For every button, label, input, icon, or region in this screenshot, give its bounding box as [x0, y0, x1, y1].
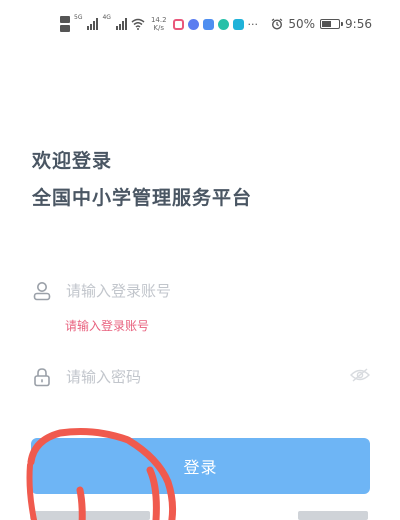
network-speed-value: 14.2: [150, 16, 167, 24]
bottom-right-link[interactable]: [298, 511, 368, 520]
battery-level: [322, 21, 332, 27]
alarm-icon: [272, 18, 283, 30]
password-field[interactable]: [32, 359, 372, 395]
account-error-text: 请输入登录账号: [65, 319, 150, 333]
bottom-links: [0, 511, 400, 520]
account-field[interactable]: [32, 273, 372, 309]
more-notifications-icon: ···: [247, 17, 259, 31]
status-bar-right: 50% 9:56: [271, 14, 372, 34]
status-bar-left: 5G 4G 14.2 K/s ···: [60, 14, 258, 34]
lock-icon: [32, 366, 52, 388]
wifi-icon: [131, 18, 145, 30]
clock: 9:56: [345, 17, 372, 31]
app-notification-icon: [172, 18, 184, 30]
app-notification-icon: [202, 18, 214, 30]
signal-tag-2: 4G: [102, 14, 111, 21]
app-notification-icon: [232, 18, 244, 30]
battery-percent: 50%: [288, 17, 316, 31]
status-bar: 5G 4G 14.2 K/s ··· 50% 9:56: [0, 0, 400, 46]
login-button[interactable]: 登录: [31, 438, 370, 494]
hd-icon: [60, 16, 70, 32]
welcome-heading: 欢迎登录: [32, 150, 113, 172]
network-speed: 14.2 K/s: [151, 16, 167, 32]
signal-tag: 5G: [74, 14, 83, 21]
app-notification-icon: [217, 18, 229, 30]
signal-icon-2: [115, 18, 127, 30]
battery-icon: [320, 19, 344, 29]
app-notification-icon: [187, 18, 199, 30]
signal-icon: [87, 18, 99, 30]
network-speed-unit: K/s: [153, 24, 165, 32]
eye-off-icon[interactable]: [350, 367, 370, 386]
user-icon: [32, 280, 52, 302]
platform-title: 全国中小学管理服务平台: [32, 187, 253, 209]
bottom-left-link[interactable]: [30, 511, 150, 520]
password-input[interactable]: [66, 368, 326, 386]
account-input[interactable]: [66, 282, 326, 300]
